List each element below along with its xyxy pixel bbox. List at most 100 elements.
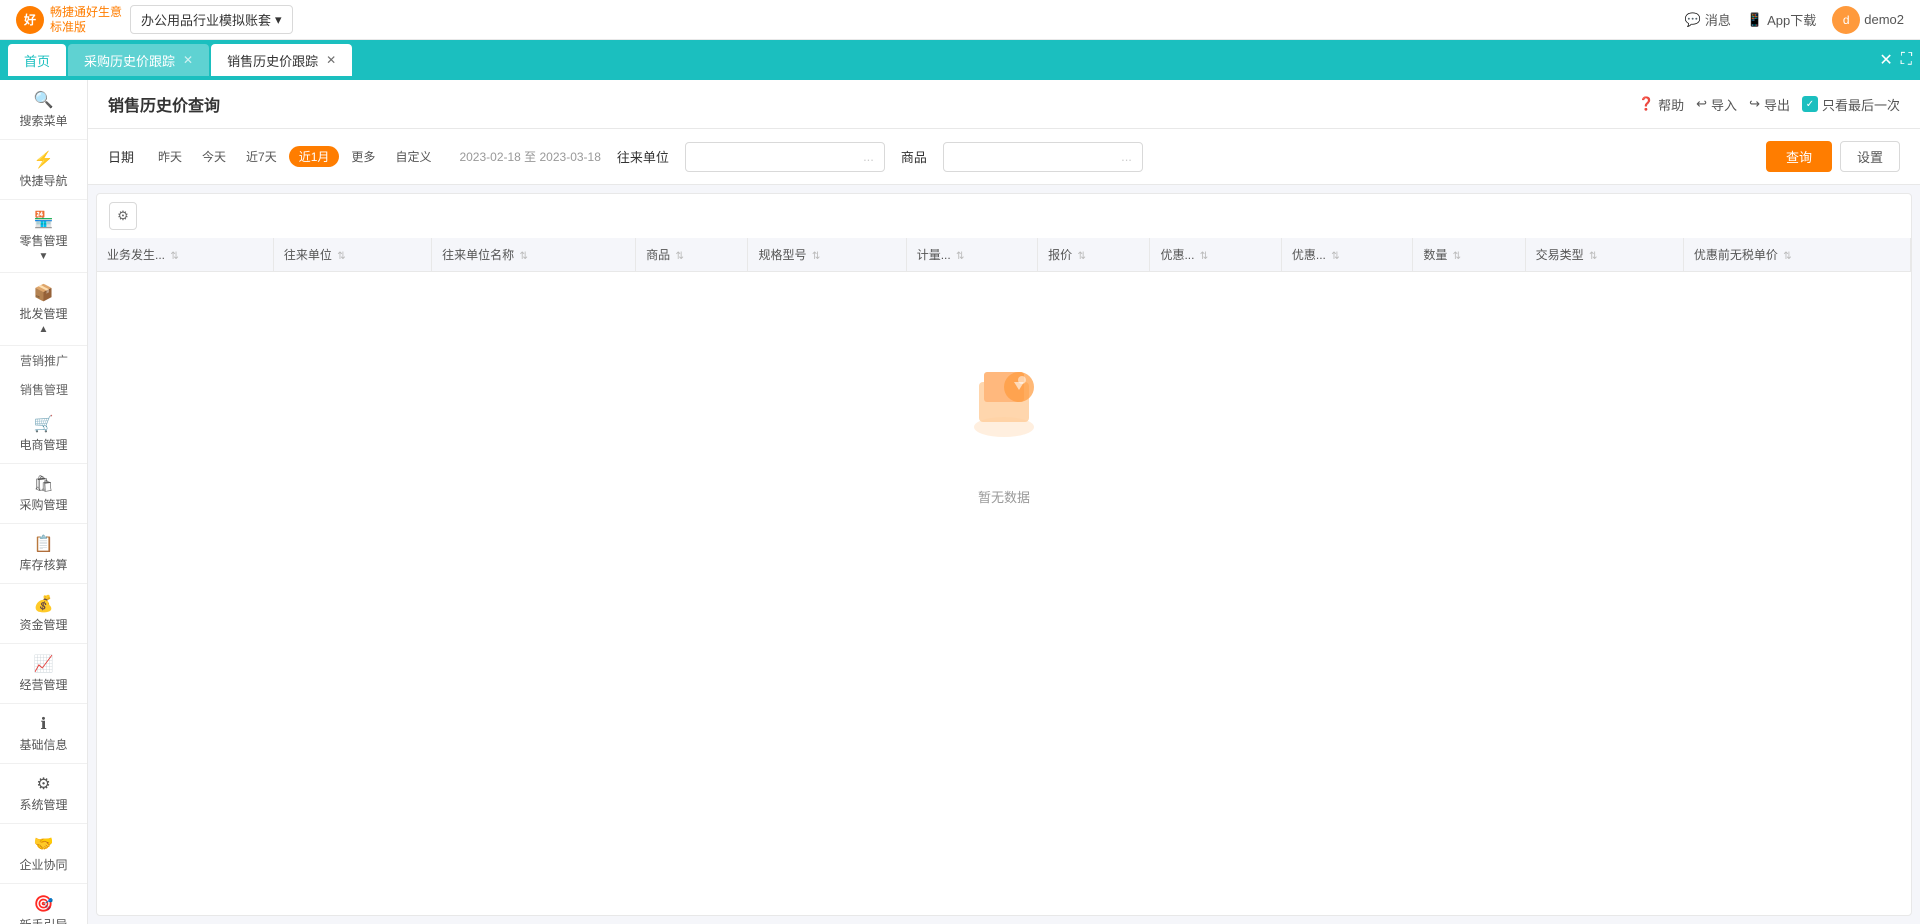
sidebar-item-ecommerce[interactable]: 🛒 电商管理 <box>0 404 87 464</box>
tab-purchase-close[interactable]: ✕ <box>183 53 193 67</box>
tab-bar-controls: ✕ ⛶ <box>1879 50 1912 70</box>
handshake-icon: 🤝 <box>34 834 54 854</box>
store-icon: 🏪 <box>34 210 54 230</box>
date-btn-today[interactable]: 今天 <box>194 146 234 167</box>
th-spec[interactable]: 规格型号 ⇅ <box>748 238 906 272</box>
checkbox-icon: ✓ <box>1802 96 1818 112</box>
help-icon: ❓ <box>1638 96 1654 112</box>
tab-home[interactable]: 首页 <box>8 44 66 76</box>
th-partner-name[interactable]: 往来单位名称 ⇅ <box>432 238 636 272</box>
goods-label: 商品 <box>901 147 927 166</box>
chart-icon: 📈 <box>34 654 54 674</box>
th-unit[interactable]: 计量... ⇅ <box>906 238 1037 272</box>
sidebar-item-search[interactable]: 🔍 搜索菜单 <box>0 80 87 140</box>
sidebar-item-retail[interactable]: 🏪 零售管理 ▼ <box>0 200 87 273</box>
import-icon: ↩ <box>1696 96 1707 112</box>
user-menu[interactable]: d demo2 <box>1832 6 1904 34</box>
sort-icon: ⇅ <box>956 251 964 262</box>
close-window-icon[interactable]: ✕ <box>1879 50 1892 70</box>
sidebar-item-wholesale[interactable]: 📦 批发管理 ▲ <box>0 273 87 346</box>
avatar: d <box>1832 6 1860 34</box>
sort-icon: ⇅ <box>676 251 684 262</box>
th-qty[interactable]: 数量 ⇅ <box>1413 238 1525 272</box>
filter-area: 日期 昨天 今天 近7天 近1月 更多 自定义 2023-02-18 至 202… <box>88 129 1920 185</box>
sort-icon: ⇅ <box>812 251 820 262</box>
sidebar-sub-sales[interactable]: 销售管理 <box>0 375 87 404</box>
sidebar-sub-marketing[interactable]: 营销推广 <box>0 346 87 375</box>
sidebar: 🔍 搜索菜单 ⚡ 快捷导航 🏪 零售管理 ▼ 📦 批发管理 ▲ 营销推广 销售管… <box>0 80 88 924</box>
sort-icon: ⇅ <box>337 251 345 262</box>
page-title: 销售历史价查询 <box>108 92 220 128</box>
partner-dots: ... <box>863 149 874 164</box>
th-discount1[interactable]: 优惠... ⇅ <box>1150 238 1281 272</box>
top-header: 好 畅捷通好生意 标准版 办公用品行业模拟账套 ▾ 💬 消息 📱 App下载 d… <box>0 0 1920 40</box>
sidebar-item-shortcut[interactable]: ⚡ 快捷导航 <box>0 140 87 200</box>
import-button[interactable]: ↩ 导入 <box>1696 95 1737 114</box>
sort-icon: ⇅ <box>1077 251 1085 262</box>
chevron-down-icon: ▼ <box>39 251 49 262</box>
info-icon: ℹ <box>40 714 46 734</box>
empty-state: 暂无数据 <box>97 272 1911 586</box>
sidebar-item-basic[interactable]: ℹ 基础信息 <box>0 704 87 764</box>
phone-icon: 📱 <box>1747 12 1763 28</box>
sidebar-item-finance[interactable]: 💰 资金管理 <box>0 584 87 644</box>
company-selector[interactable]: 办公用品行业模拟账套 ▾ <box>130 5 293 34</box>
target-icon: 🎯 <box>34 894 54 914</box>
goods-input[interactable]: ... <box>943 142 1143 172</box>
table-header-row: 业务发生... ⇅ 往来单位 ⇅ 往来单位名称 ⇅ 商品 <box>97 238 1911 272</box>
sort-icon: ⇅ <box>1200 251 1208 262</box>
date-btn-custom[interactable]: 自定义 <box>387 146 439 167</box>
only-last-checkbox[interactable]: ✓ 只看最后一次 <box>1802 95 1900 114</box>
app-download-button[interactable]: 📱 App下载 <box>1747 10 1816 29</box>
th-quote[interactable]: 报价 ⇅ <box>1038 238 1150 272</box>
clipboard-icon: 📋 <box>34 534 54 554</box>
page-actions: ❓ 帮助 ↩ 导入 ↪ 导出 ✓ 只看最后一次 <box>1638 95 1900 126</box>
partner-input[interactable]: ... <box>685 142 885 172</box>
sidebar-item-guide[interactable]: 🎯 新手引导 <box>0 884 87 924</box>
date-btn-1month[interactable]: 近1月 <box>289 146 340 167</box>
sort-icon: ⇅ <box>1589 251 1597 262</box>
sort-icon: ⇅ <box>170 251 178 262</box>
date-shortcuts: 昨天 今天 近7天 近1月 更多 自定义 <box>150 146 439 167</box>
date-btn-yesterday[interactable]: 昨天 <box>150 146 190 167</box>
tab-purchase[interactable]: 采购历史价跟踪 ✕ <box>68 44 209 76</box>
sidebar-item-inventory[interactable]: 📋 库存核算 <box>0 524 87 584</box>
export-button[interactable]: ↪ 导出 <box>1749 95 1790 114</box>
maximize-icon[interactable]: ⛶ <box>1901 51 1912 69</box>
help-button[interactable]: ❓ 帮助 <box>1638 95 1684 114</box>
th-discount2[interactable]: 优惠... ⇅ <box>1281 238 1412 272</box>
date-btn-7days[interactable]: 近7天 <box>238 146 285 167</box>
date-range-display: 2023-02-18 至 2023-03-18 <box>459 148 600 165</box>
search-icon: 🔍 <box>34 90 54 110</box>
th-trade-type[interactable]: 交易类型 ⇅ <box>1525 238 1683 272</box>
filter-buttons: 查询 设置 <box>1766 141 1900 172</box>
shopping-icon: 🛍 <box>33 474 53 494</box>
tab-sales[interactable]: 销售历史价跟踪 ✕ <box>211 44 352 76</box>
th-pretax-price[interactable]: 优惠前无税单价 ⇅ <box>1683 238 1910 272</box>
th-business-date[interactable]: 业务发生... ⇅ <box>97 238 273 272</box>
logo-area: 好 畅捷通好生意 标准版 <box>16 5 122 34</box>
query-button[interactable]: 查询 <box>1766 141 1832 172</box>
money-icon: 💰 <box>34 594 54 614</box>
export-icon: ↪ <box>1749 96 1760 112</box>
tab-sales-close[interactable]: ✕ <box>326 53 336 67</box>
sidebar-item-purchase[interactable]: 🛍 采购管理 <box>0 464 87 524</box>
th-partner-code[interactable]: 往来单位 ⇅ <box>273 238 431 272</box>
message-button[interactable]: 💬 消息 <box>1685 10 1731 29</box>
column-settings-icon[interactable]: ⚙ <box>109 202 137 230</box>
data-table: 业务发生... ⇅ 往来单位 ⇅ 往来单位名称 ⇅ 商品 <box>97 238 1911 272</box>
chevron-down-icon: ▾ <box>275 12 282 28</box>
date-label: 日期 <box>108 147 134 166</box>
th-goods[interactable]: 商品 ⇅ <box>636 238 748 272</box>
setting-button[interactable]: 设置 <box>1840 141 1900 172</box>
chevron-up-icon: ▲ <box>39 324 49 335</box>
table-toolbar: ⚙ <box>97 194 1911 238</box>
gear-icon: ⚙ <box>36 774 50 794</box>
box-icon: 📦 <box>34 283 54 303</box>
sidebar-item-system[interactable]: ⚙ 系统管理 <box>0 764 87 824</box>
page-header: 销售历史价查询 ❓ 帮助 ↩ 导入 ↪ 导出 ✓ 只看最后一次 <box>88 80 1920 129</box>
sidebar-item-operation[interactable]: 📈 经营管理 <box>0 644 87 704</box>
cart-icon: 🛒 <box>34 414 54 434</box>
date-btn-more[interactable]: 更多 <box>343 146 383 167</box>
sidebar-item-enterprise[interactable]: 🤝 企业协同 <box>0 824 87 884</box>
